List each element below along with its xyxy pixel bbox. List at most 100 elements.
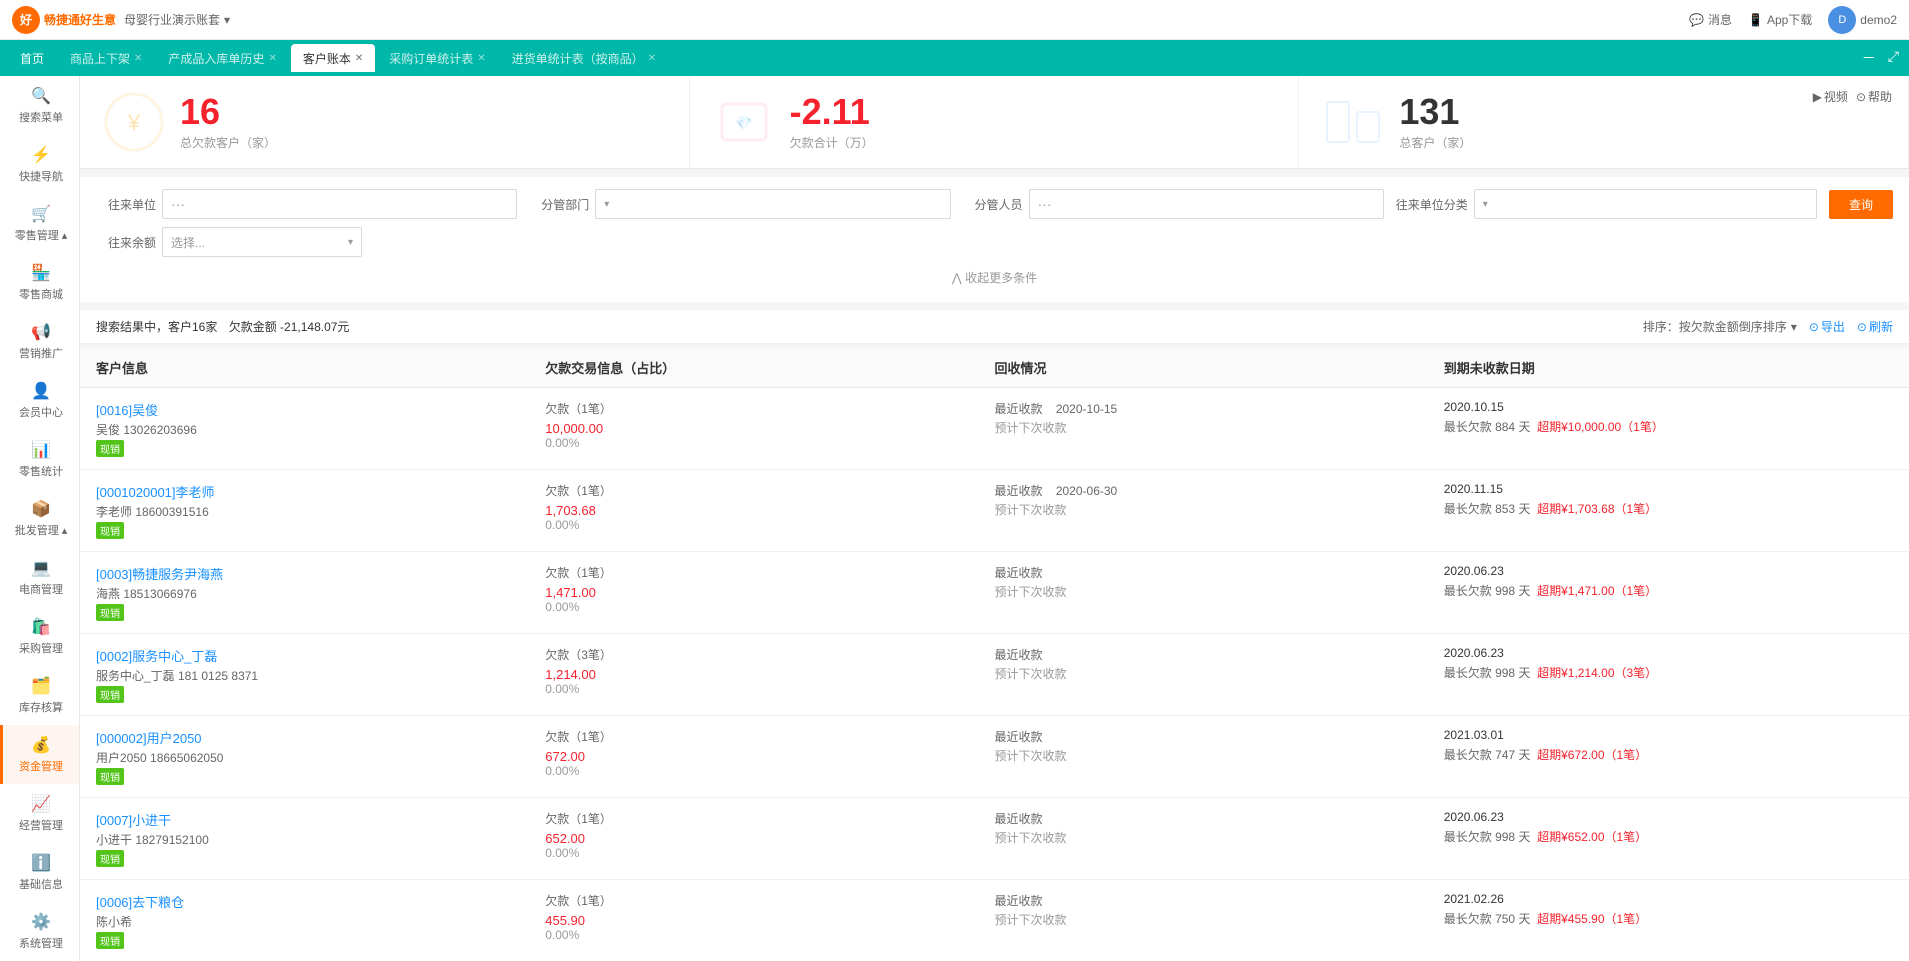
sort-button[interactable]: 排序：按欠款金额倒序排序 ▾ bbox=[1643, 318, 1797, 335]
sidebar-item-purchase[interactable]: 🛍️ 采购管理 bbox=[0, 607, 79, 666]
sidebar-item-stock-check-label: 库存核算 bbox=[19, 699, 63, 715]
sidebar-item-retail-mall[interactable]: 🏪 零售商城 bbox=[0, 253, 79, 312]
tab-customer-account[interactable]: 客户账本 ✕ bbox=[291, 44, 375, 72]
tab-home[interactable]: 首页 bbox=[8, 50, 56, 67]
debt-amount-3[interactable]: 1,471.00 bbox=[545, 585, 994, 600]
overdue-link-1[interactable]: 超期¥10,000.00（1笔） bbox=[1537, 420, 1664, 434]
stat-info-customers: 131 总客户（家） bbox=[1399, 94, 1471, 151]
sort-label: 排序：按欠款金额倒序排序 bbox=[1643, 318, 1787, 335]
sidebar-item-search[interactable]: 🔍 搜索菜单 bbox=[0, 76, 79, 135]
collapse-icon: ⋀ bbox=[952, 271, 962, 285]
tab-purchase-order-close[interactable]: ✕ bbox=[477, 53, 485, 64]
debt-amount-7[interactable]: 455.90 bbox=[545, 913, 994, 928]
filter-area: 往来单位 ··· 分管部门 ▾ 分管人员 ··· bbox=[80, 177, 1909, 302]
app-download-button[interactable]: 📱 App下载 bbox=[1748, 11, 1812, 28]
user-name: demo2 bbox=[1860, 13, 1897, 27]
tab-stock-stats[interactable]: 进货单统计表（按商品） ✕ bbox=[500, 44, 668, 72]
tab-purchase-order[interactable]: 采购订单统计表 ✕ bbox=[377, 44, 497, 72]
debt-percent-1: 0.00% bbox=[545, 436, 994, 450]
user-menu[interactable]: D demo2 bbox=[1828, 6, 1897, 34]
overdue-link-7[interactable]: 超期¥455.90（1笔） bbox=[1537, 912, 1647, 926]
tab-product-stock-close[interactable]: ✕ bbox=[268, 53, 276, 64]
debt-amount-1[interactable]: 10,000.00 bbox=[545, 421, 994, 436]
debt-cell-4: 欠款（3笔） 1,214.00 0.00% bbox=[545, 646, 994, 696]
table-row: [000002]用户2050 用户2050 18665062050 现销 欠款（… bbox=[80, 716, 1909, 798]
quick-nav-icon: ⚡ bbox=[31, 145, 51, 165]
sidebar-item-marketing[interactable]: 📢 营销推广 bbox=[0, 312, 79, 371]
debt-amount-6[interactable]: 652.00 bbox=[545, 831, 994, 846]
unit-category-input[interactable]: ▾ bbox=[1474, 189, 1817, 219]
sidebar-item-member[interactable]: 👤 会员中心 bbox=[0, 371, 79, 430]
help-label: 帮助 bbox=[1868, 88, 1892, 105]
from-unit-input[interactable]: ··· bbox=[162, 189, 517, 219]
message-button[interactable]: 💬 消息 bbox=[1689, 11, 1732, 28]
overdue-link-4[interactable]: 超期¥1,214.00（3笔） bbox=[1537, 666, 1657, 680]
sidebar-item-wholesale[interactable]: 📦 批发管理 ▴ bbox=[0, 489, 79, 548]
query-button[interactable]: 查询 bbox=[1829, 190, 1893, 219]
table-row: [0016]吴俊 吴俊 13026203696 现销 欠款（1笔） 10,000… bbox=[80, 388, 1909, 470]
avatar-text: D bbox=[1838, 14, 1846, 26]
refresh-button[interactable]: ⊙ 刷新 bbox=[1857, 318, 1893, 335]
total-debtors-label: 总欠款客户（家） bbox=[180, 134, 276, 151]
sidebar-item-quick-nav[interactable]: ⚡ 快捷导航 bbox=[0, 135, 79, 194]
debt-count-1: 欠款（1笔） bbox=[545, 400, 994, 417]
debt-count-5: 欠款（1笔） bbox=[545, 728, 994, 745]
balance-input[interactable]: 选择... ▾ bbox=[162, 227, 362, 257]
customer-name-5[interactable]: [000002]用户2050 bbox=[96, 728, 545, 747]
tab-stock-stats-close[interactable]: ✕ bbox=[648, 53, 656, 64]
sidebar-item-finance[interactable]: 💰 资金管理 bbox=[0, 725, 79, 784]
basic-info-icon: ℹ️ bbox=[31, 853, 51, 873]
debt-cell-2: 欠款（1笔） 1,703.68 0.00% bbox=[545, 482, 994, 532]
recovery-cell-4: 最近收款 预计下次收款 bbox=[995, 646, 1444, 682]
sidebar-item-ops[interactable]: 📈 经营管理 bbox=[0, 784, 79, 843]
overdue-info-2: 最长欠款 853 天 超期¥1,703.68（1笔） bbox=[1444, 500, 1893, 517]
debt-amount-label: 欠款合计（万） bbox=[790, 134, 874, 151]
tab-customer-account-close[interactable]: ✕ bbox=[355, 53, 363, 64]
overdue-link-6[interactable]: 超期¥652.00（1笔） bbox=[1537, 830, 1647, 844]
tab-product-shelf-close[interactable]: ✕ bbox=[134, 53, 142, 64]
tab-product-shelf[interactable]: 商品上下架 ✕ bbox=[58, 44, 154, 72]
debt-amount-5[interactable]: 672.00 bbox=[545, 749, 994, 764]
customer-name-3[interactable]: [0003]畅捷服务尹海燕 bbox=[96, 564, 545, 583]
customer-phone-4: 服务中心_丁磊 181 0125 8371 bbox=[96, 667, 545, 684]
customer-tag-1: 现销 bbox=[96, 440, 124, 457]
sidebar-item-sys-mgmt[interactable]: ⚙️ 系统管理 bbox=[0, 902, 79, 961]
debt-percent-7: 0.00% bbox=[545, 928, 994, 942]
sidebar-item-retail-stats[interactable]: 📊 零售统计 bbox=[0, 430, 79, 489]
person-input[interactable]: ··· bbox=[1029, 189, 1384, 219]
sidebar-item-ecom[interactable]: 💻 电商管理 bbox=[0, 548, 79, 607]
svg-text:¥: ¥ bbox=[127, 110, 141, 135]
store-selector[interactable]: 母婴行业演示账套 ▾ bbox=[124, 11, 230, 28]
filter-balance: 往来余额 选择... ▾ bbox=[96, 227, 1893, 257]
sidebar-item-retail-mgmt[interactable]: 🛒 零售管理 ▴ bbox=[0, 194, 79, 253]
refresh-icon: ⊙ bbox=[1857, 320, 1867, 334]
sidebar-item-basic-info[interactable]: ℹ️ 基础信息 bbox=[0, 843, 79, 902]
debt-count-4: 欠款（3笔） bbox=[545, 646, 994, 663]
debt-percent-3: 0.00% bbox=[545, 600, 994, 614]
sidebar-item-stock-check[interactable]: 🗂️ 库存核算 bbox=[0, 666, 79, 725]
message-label: 消息 bbox=[1708, 11, 1732, 28]
overdue-link-3[interactable]: 超期¥1,471.00（1笔） bbox=[1537, 584, 1657, 598]
dept-input[interactable]: ▾ bbox=[595, 189, 950, 219]
overdue-link-5[interactable]: 超期¥672.00（1笔） bbox=[1537, 748, 1647, 762]
recovery-date-1: 最近收款 2020-10-15 bbox=[995, 400, 1444, 417]
view-video-btn[interactable]: ▶ 视频 bbox=[1813, 88, 1848, 105]
debt-amount-4[interactable]: 1,214.00 bbox=[545, 667, 994, 682]
table-row: [0007]小进干 小进干 18279152100 现销 欠款（1笔） 652.… bbox=[80, 798, 1909, 880]
tab-maximize-icon[interactable]: ⤢ bbox=[1886, 46, 1901, 70]
help-btn[interactable]: ⊙ 帮助 bbox=[1856, 88, 1892, 105]
overdue-link-2[interactable]: 超期¥1,703.68（1笔） bbox=[1537, 502, 1657, 516]
customer-name-4[interactable]: [0002]服务中心_丁磊 bbox=[96, 646, 545, 665]
customer-name-1[interactable]: [0016]吴俊 bbox=[96, 400, 545, 419]
customer-name-6[interactable]: [0007]小进干 bbox=[96, 810, 545, 829]
debt-amount-2[interactable]: 1,703.68 bbox=[545, 503, 994, 518]
customer-phone-1: 吴俊 13026203696 bbox=[96, 421, 545, 438]
tab-minimize-icon[interactable]: － bbox=[1860, 46, 1878, 70]
debt-percent-4: 0.00% bbox=[545, 682, 994, 696]
collapse-filter-btn[interactable]: ⋀ 收起更多条件 bbox=[96, 265, 1893, 290]
customer-name-7[interactable]: [0006]去下粮仓 bbox=[96, 892, 545, 911]
tab-product-stock[interactable]: 产成品入库单历史 ✕ bbox=[156, 44, 288, 72]
export-button[interactable]: ⊙ 导出 bbox=[1809, 318, 1845, 335]
customer-name-2[interactable]: [0001020001]李老师 bbox=[96, 482, 545, 501]
purchase-icon: 🛍️ bbox=[31, 617, 51, 637]
